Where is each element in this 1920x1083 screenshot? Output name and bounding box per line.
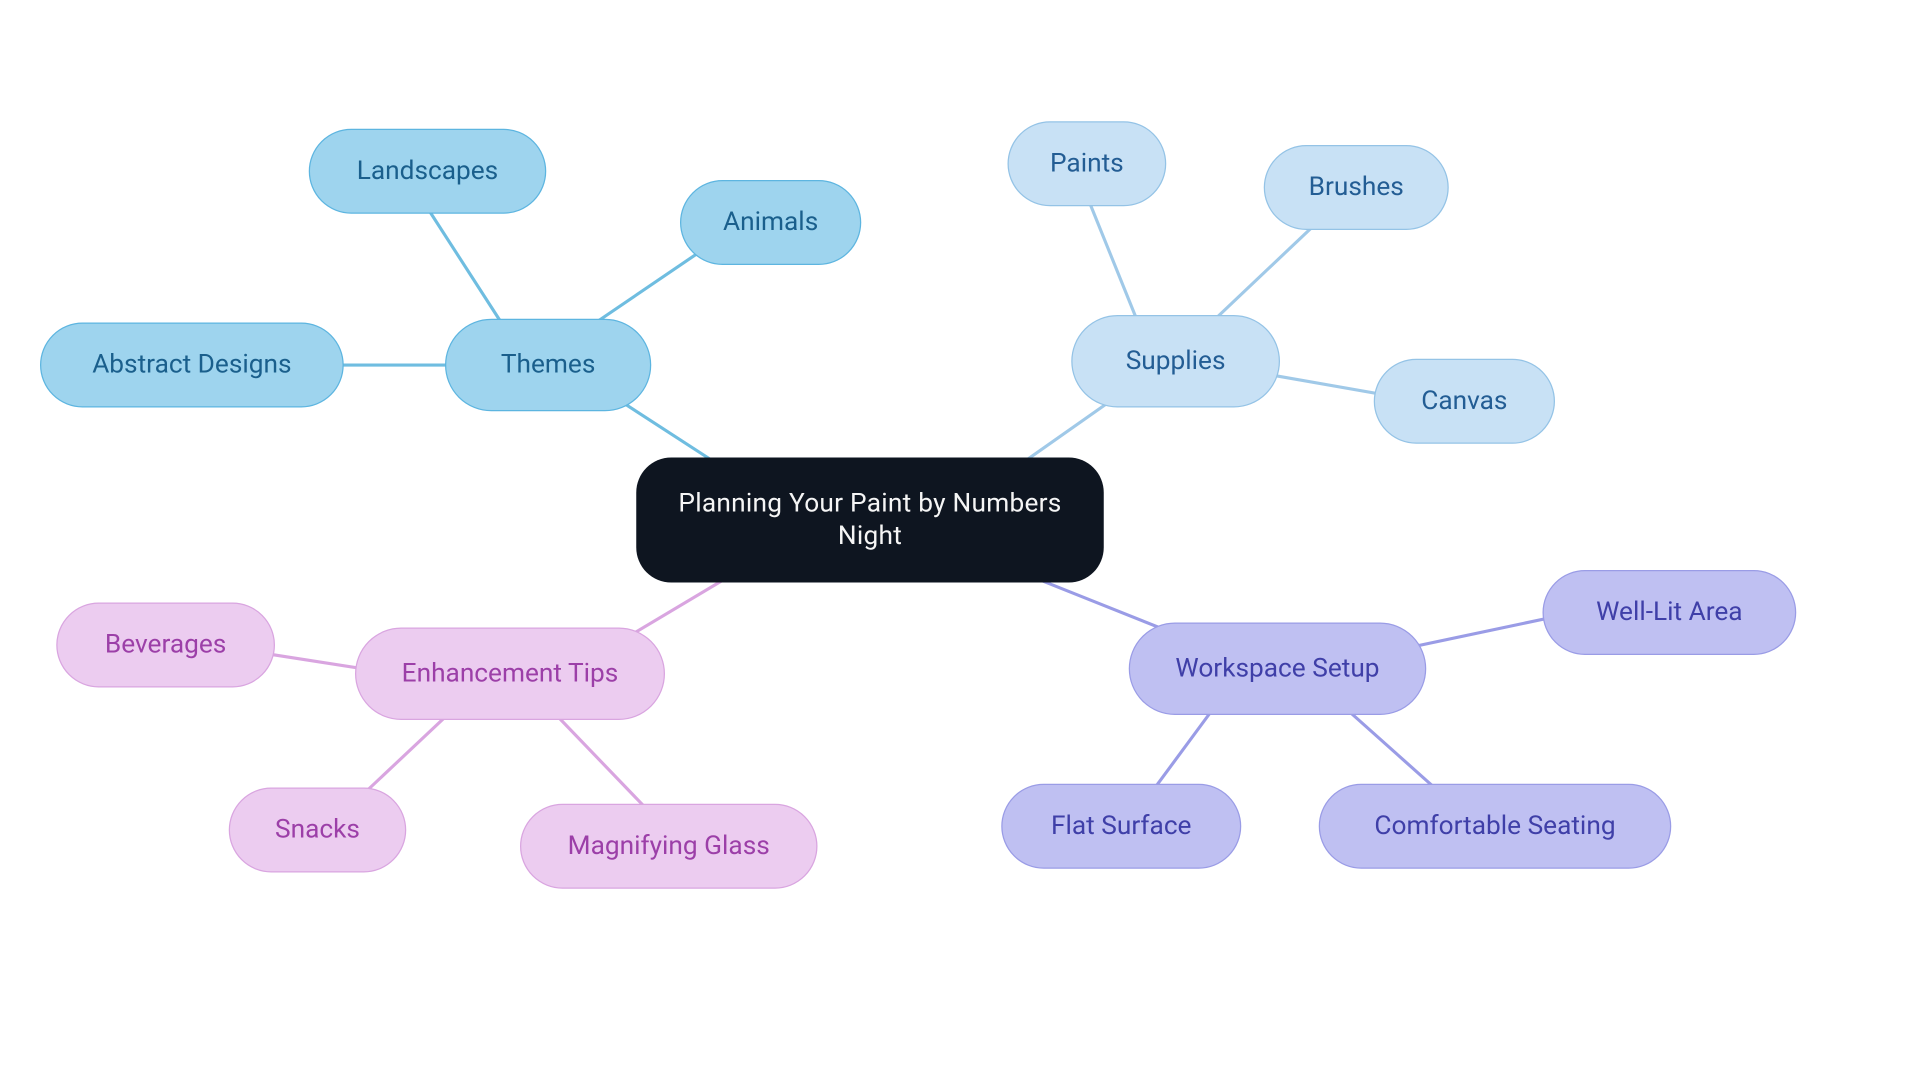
leaf-animals-label: Animals <box>723 206 818 239</box>
branch-enhancement-label: Enhancement Tips <box>402 657 619 690</box>
branch-supplies[interactable]: Supplies <box>1071 315 1280 408</box>
branch-supplies-label: Supplies <box>1126 345 1226 378</box>
leaf-brushes[interactable]: Brushes <box>1264 145 1449 230</box>
root-label: Planning Your Paint by Numbers Night <box>669 487 1072 553</box>
leaf-flat-label: Flat Surface <box>1051 810 1191 843</box>
branch-themes[interactable]: Themes <box>445 319 651 412</box>
leaf-welllit[interactable]: Well-Lit Area <box>1543 570 1797 655</box>
leaf-abstract[interactable]: Abstract Designs <box>40 323 344 408</box>
leaf-seating-label: Comfortable Seating <box>1374 810 1615 843</box>
leaf-abstract-label: Abstract Designs <box>92 349 291 382</box>
leaf-welllit-label: Well-Lit Area <box>1596 596 1742 629</box>
leaf-brushes-label: Brushes <box>1309 171 1404 204</box>
leaf-landscapes[interactable]: Landscapes <box>309 129 547 214</box>
branch-workspace-label: Workspace Setup <box>1175 652 1379 685</box>
branch-enhancement[interactable]: Enhancement Tips <box>355 628 665 721</box>
leaf-beverages-label: Beverages <box>105 629 226 662</box>
leaf-flat[interactable]: Flat Surface <box>1001 784 1241 869</box>
leaf-paints-label: Paints <box>1050 147 1124 180</box>
leaf-canvas[interactable]: Canvas <box>1374 359 1555 444</box>
branch-themes-label: Themes <box>501 349 596 382</box>
leaf-canvas-label: Canvas <box>1421 385 1507 418</box>
leaf-landscapes-label: Landscapes <box>357 155 499 188</box>
leaf-beverages[interactable]: Beverages <box>56 603 275 688</box>
leaf-magnify[interactable]: Magnifying Glass <box>520 804 818 889</box>
root-node[interactable]: Planning Your Paint by Numbers Night <box>636 458 1104 583</box>
leaf-paints[interactable]: Paints <box>1008 121 1167 206</box>
leaf-seating[interactable]: Comfortable Seating <box>1319 784 1672 869</box>
leaf-magnify-label: Magnifying Glass <box>568 830 770 863</box>
leaf-animals[interactable]: Animals <box>680 180 861 265</box>
branch-workspace[interactable]: Workspace Setup <box>1129 623 1427 716</box>
leaf-snacks[interactable]: Snacks <box>229 788 407 873</box>
leaf-snacks-label: Snacks <box>275 814 360 847</box>
